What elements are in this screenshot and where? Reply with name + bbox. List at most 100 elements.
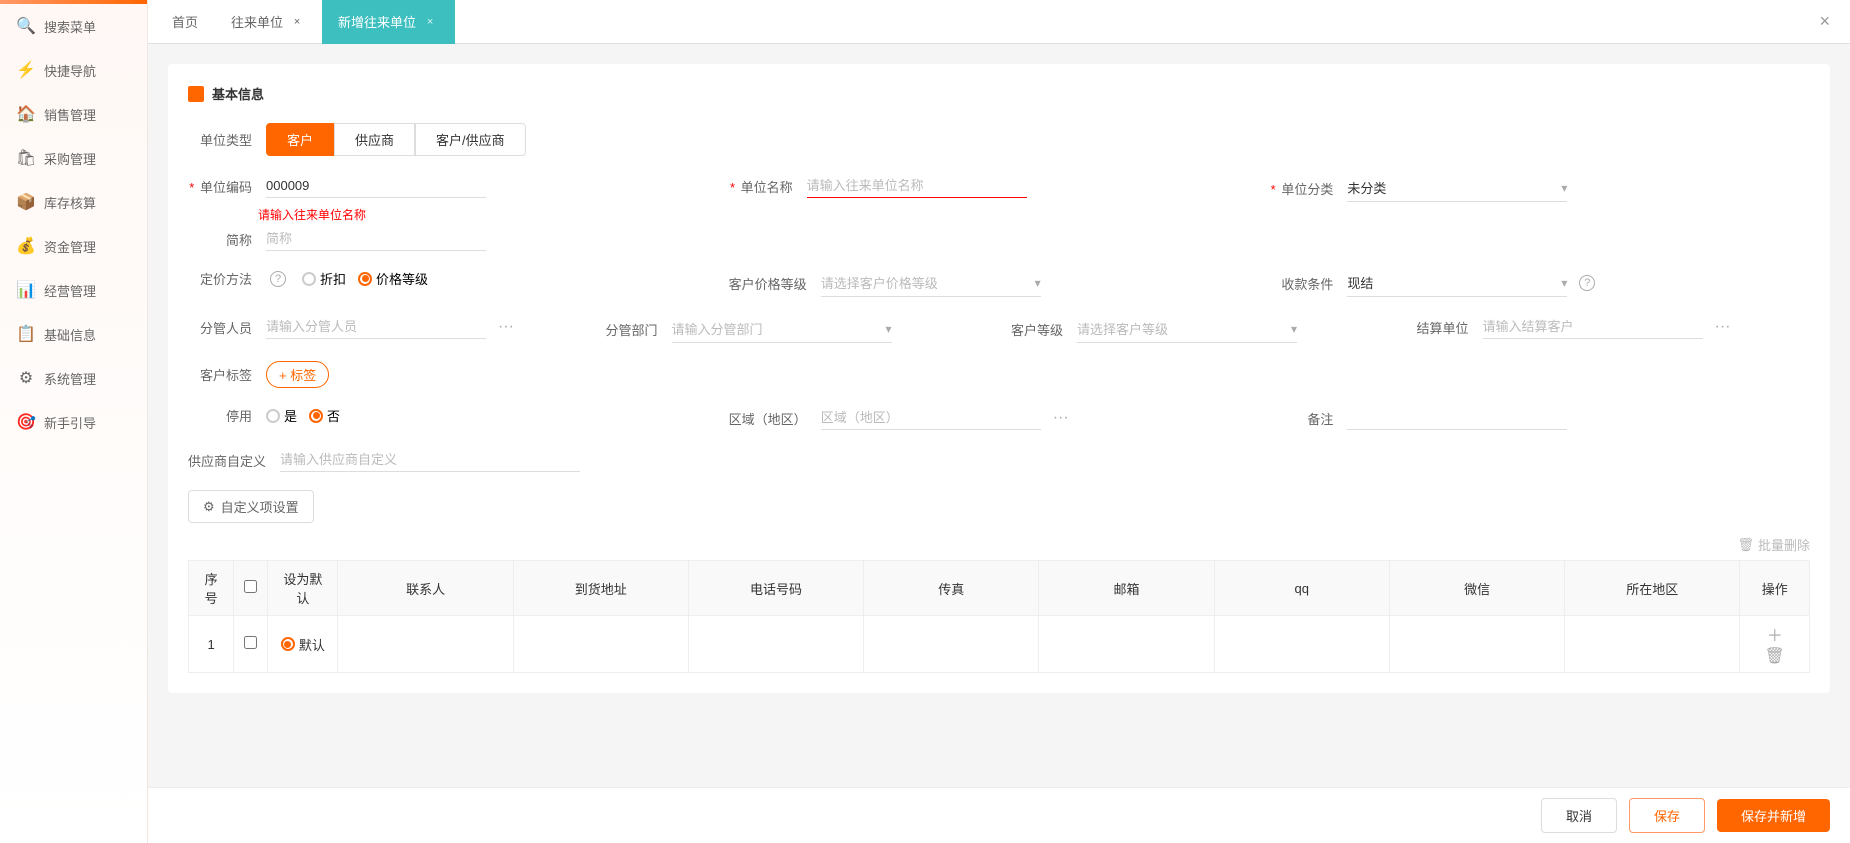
settlement-unit-more-icon[interactable]: ··· <box>1715 318 1731 336</box>
unit-category-label: * 单位分类 <box>1269 179 1339 198</box>
address-input[interactable] <box>524 637 678 652</box>
custom-settings-button[interactable]: ⚙ 自定义项设置 <box>188 490 314 523</box>
unit-type-label: 单位类型 <box>188 130 258 149</box>
add-row-icon[interactable]: ＋ <box>1767 628 1783 645</box>
sidebar-item-label: 快捷导航 <box>44 61 96 80</box>
row-short-name: 简称 <box>188 227 1810 251</box>
field-short-name: 简称 <box>188 227 1810 251</box>
settlement-unit-input[interactable] <box>1483 315 1703 339</box>
inventory-icon: 📦 <box>16 192 36 212</box>
add-tag-button[interactable]: + 标签 <box>266 361 329 388</box>
sidebar-item-system[interactable]: ⚙ 系统管理 <box>0 356 147 400</box>
sidebar: 🔍 搜索菜单 ⚡ 快捷导航 🏠 销售管理 🛍 采购管理 📦 库存核算 💰 资金管… <box>0 0 148 843</box>
fax-input[interactable] <box>874 637 1028 652</box>
radio-price-level[interactable]: 价格等级 <box>358 269 428 288</box>
chevron-down-icon: ▾ <box>1561 181 1567 195</box>
customer-level-select[interactable]: 请选择客户等级 ▾ <box>1077 315 1297 343</box>
unit-code-input[interactable] <box>266 174 486 198</box>
cell-qq <box>1214 616 1389 673</box>
field-manager: 分管人员 ··· <box>188 315 594 339</box>
row-code-name-category: * 单位编码 * 单位名称 * 单位分类 <box>188 174 1810 202</box>
phone-input[interactable] <box>699 637 853 652</box>
chevron-down-icon: ▾ <box>1291 322 1297 336</box>
tab-counterparty-label: 往来单位 <box>231 12 283 31</box>
customer-price-level-label: 客户价格等级 <box>729 274 813 293</box>
tab-new-counterparty-close[interactable]: × <box>422 14 438 30</box>
row-checkbox[interactable] <box>244 636 257 649</box>
tab-counterparty-close[interactable]: × <box>289 14 305 30</box>
short-name-input[interactable] <box>266 227 486 251</box>
th-phone: 电话号码 <box>688 561 863 616</box>
qq-input[interactable] <box>1225 637 1379 652</box>
sidebar-item-label: 采购管理 <box>44 149 96 168</box>
btn-supplier[interactable]: 供应商 <box>334 123 415 156</box>
region-table-input[interactable] <box>1575 637 1729 652</box>
btn-both[interactable]: 客户/供应商 <box>415 123 526 156</box>
radio-discount[interactable]: 折扣 <box>302 269 346 288</box>
region-more-icon[interactable]: ··· <box>1053 409 1069 427</box>
unit-name-input[interactable] <box>807 174 1027 198</box>
wechat-input[interactable] <box>1400 637 1554 652</box>
row-default-radio[interactable]: 默认 <box>278 635 327 654</box>
th-action: 操作 <box>1740 561 1810 616</box>
btn-customer[interactable]: 客户 <box>266 123 334 156</box>
pricing-help-icon[interactable]: ? <box>270 271 286 287</box>
sidebar-item-label: 资金管理 <box>44 237 96 256</box>
sidebar-item-quicknav[interactable]: ⚡ 快捷导航 <box>0 48 147 92</box>
sidebar-item-label: 库存核算 <box>44 193 96 212</box>
th-fax: 传真 <box>864 561 1039 616</box>
select-all-checkbox[interactable] <box>244 580 257 593</box>
delete-row-icon[interactable]: 🗑 <box>1765 648 1785 665</box>
radio-no[interactable]: 否 <box>309 406 340 425</box>
sidebar-item-newbie[interactable]: 🎯 新手引导 <box>0 400 147 444</box>
tab-new-counterparty[interactable]: 新增往来单位 × <box>322 0 455 44</box>
cell-contact <box>338 616 513 673</box>
unit-name-error: 请输入往来单位名称 <box>258 206 1810 223</box>
supplier-custom-input[interactable] <box>280 448 580 472</box>
field-settlement-unit: 结算单位 ··· <box>1405 315 1811 339</box>
batch-delete-label[interactable]: 批量删除 <box>1758 535 1810 554</box>
manager-input[interactable] <box>266 315 486 339</box>
save-new-button[interactable]: 保存并新增 <box>1717 799 1830 832</box>
sidebar-item-operations[interactable]: 📊 经营管理 <box>0 268 147 312</box>
tab-counterparty[interactable]: 往来单位 × <box>215 0 322 44</box>
th-address: 到货地址 <box>513 561 688 616</box>
payment-help-icon[interactable]: ? <box>1579 275 1595 291</box>
tab-bar-close-button[interactable]: × <box>1807 11 1842 32</box>
th-qq: qq <box>1214 561 1389 616</box>
save-button[interactable]: 保存 <box>1629 798 1705 833</box>
radio-price-level-circle <box>358 272 372 286</box>
sidebar-item-sales[interactable]: 🏠 销售管理 <box>0 92 147 136</box>
payment-condition-select[interactable]: 现结 ▾ <box>1347 269 1567 297</box>
field-unit-code: * 单位编码 <box>188 174 729 198</box>
th-wechat: 微信 <box>1389 561 1564 616</box>
sidebar-item-search[interactable]: 🔍 搜索菜单 <box>0 4 147 48</box>
region-input[interactable] <box>821 406 1041 430</box>
remark-input[interactable] <box>1347 406 1567 430</box>
tab-bar: 首页 往来单位 × 新增往来单位 × × <box>148 0 1850 44</box>
field-pricing-method: 定价方法 ? 折扣 价格等级 <box>188 269 729 288</box>
department-select[interactable]: 请输入分管部门 ▾ <box>672 315 892 343</box>
customer-level-label: 客户等级 <box>999 320 1069 339</box>
sidebar-item-basic-info[interactable]: 📋 基础信息 <box>0 312 147 356</box>
sidebar-item-finance[interactable]: 💰 资金管理 <box>0 224 147 268</box>
th-seq: 序号 <box>189 561 234 616</box>
remark-label: 备注 <box>1269 409 1339 428</box>
row-pricing: 定价方法 ? 折扣 价格等级 客户价格等级 <box>188 269 1810 297</box>
manager-more-icon[interactable]: ··· <box>498 318 514 336</box>
unit-name-label: * 单位名称 <box>729 177 799 196</box>
radio-no-circle <box>309 409 323 423</box>
unit-category-select[interactable]: 未分类 ▾ <box>1347 174 1567 202</box>
row-supplier-custom: 供应商自定义 <box>188 448 1810 472</box>
unit-type-btn-group: 客户 供应商 客户/供应商 <box>266 123 526 156</box>
customer-price-level-select[interactable]: 请选择客户价格等级 ▾ <box>821 269 1041 297</box>
contact-input[interactable] <box>348 637 502 652</box>
cell-phone <box>688 616 863 673</box>
sidebar-item-purchase[interactable]: 🛍 采购管理 <box>0 136 147 180</box>
email-input[interactable] <box>1049 637 1203 652</box>
cancel-button[interactable]: 取消 <box>1541 798 1617 833</box>
radio-yes[interactable]: 是 <box>266 406 297 425</box>
tab-home[interactable]: 首页 <box>156 0 215 44</box>
cell-seq: 1 <box>189 616 234 673</box>
sidebar-item-inventory[interactable]: 📦 库存核算 <box>0 180 147 224</box>
